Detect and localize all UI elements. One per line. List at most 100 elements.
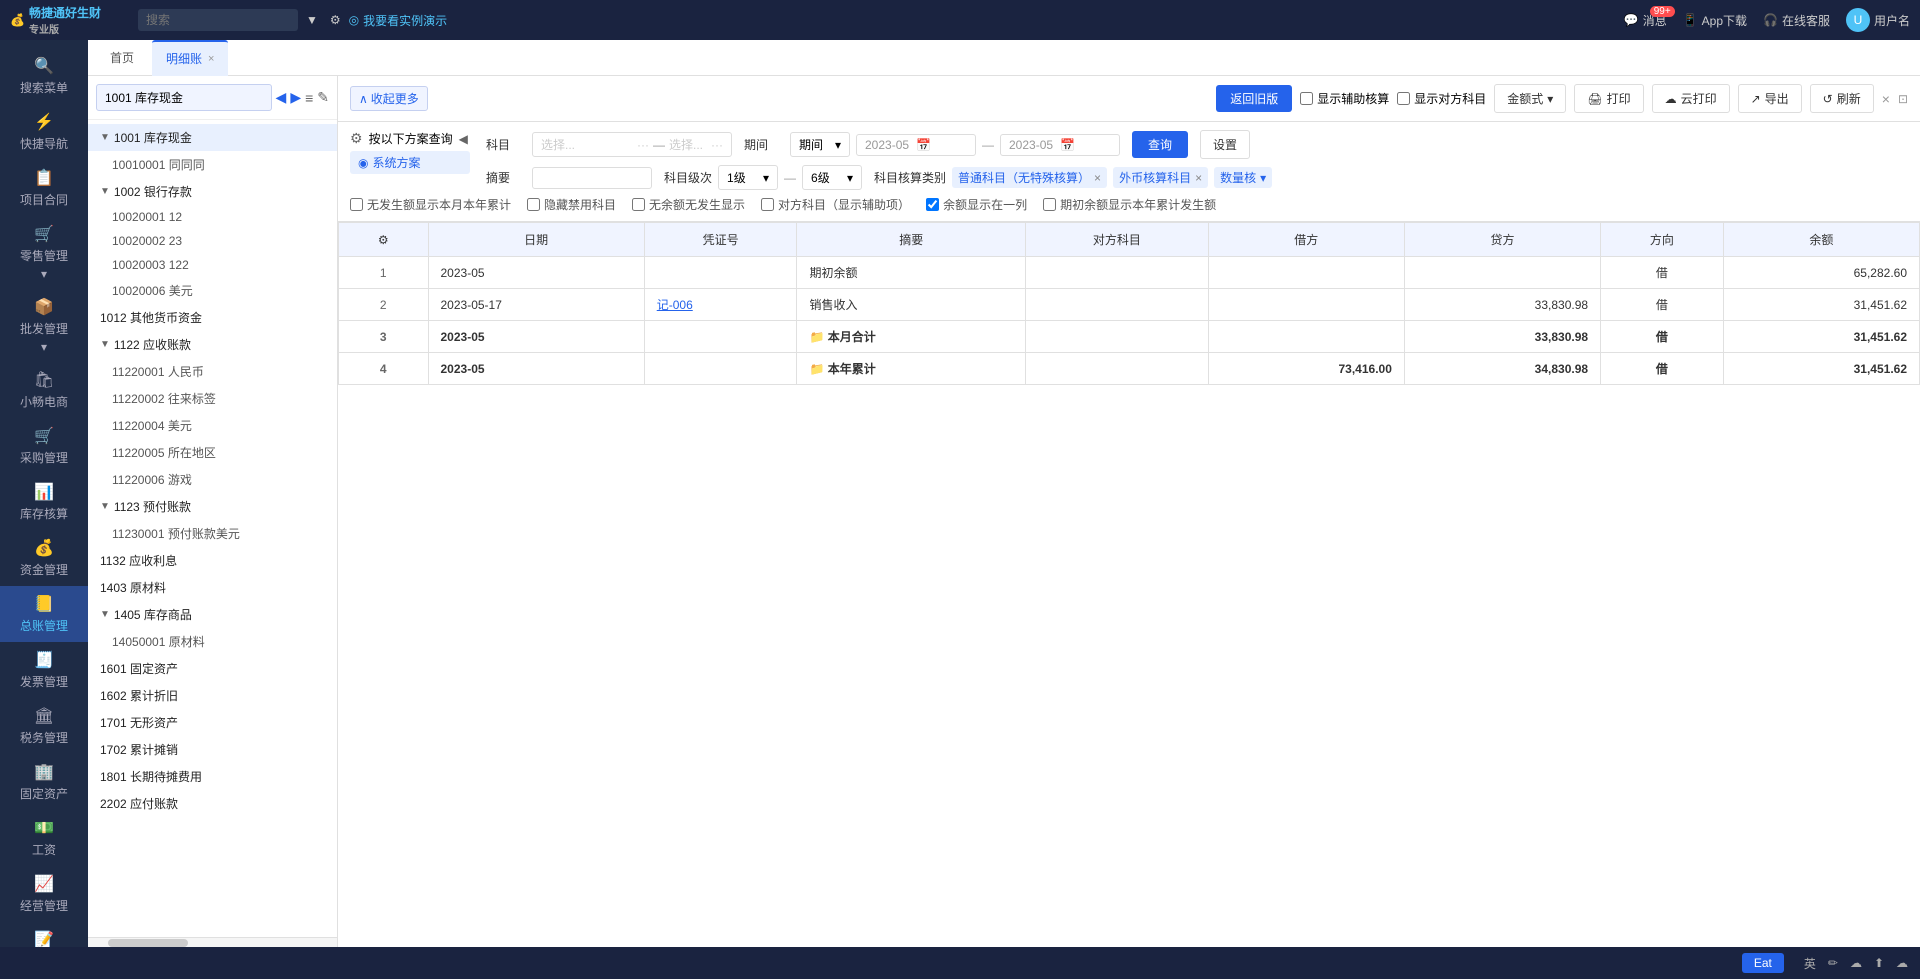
tree-item-10010001[interactable]: 10010001 同同同 [88,151,337,178]
tag-foreign-subject[interactable]: 外币核算科目 × [1113,167,1208,188]
refresh-button[interactable]: ↺ 刷新 [1810,84,1874,113]
tag-quantity-subject[interactable]: 数量核 ▾ [1214,167,1272,188]
tree-item-10020001[interactable]: 10020001 12 [88,205,337,229]
period-type-select[interactable]: 期间 ▾ [790,132,850,157]
show-aux-calc-checkbox[interactable]: 显示辅助核算 [1300,90,1389,107]
message-button[interactable]: 💬 消息 99+ [1624,12,1667,29]
summary-input[interactable] [532,167,652,189]
tab-detail[interactable]: 明细账 × [152,40,228,76]
col-settings[interactable]: ⚙ [339,223,429,257]
tree-item-1601[interactable]: 1601 固定资产 [88,655,337,682]
scheme-settings-icon[interactable]: ⚙ [350,130,363,147]
show-opposite-checkbox[interactable]: 显示对方科目 [1397,90,1486,107]
tree-item-10020002[interactable]: 10020002 23 [88,229,337,253]
nav-prev-arrow[interactable]: ◀ [276,89,287,106]
sidebar-item-ledger[interactable]: 📒 总账管理 [0,586,88,642]
check-hide-disabled[interactable]: 隐藏禁用科目 [527,196,616,213]
amount-format-button[interactable]: 金额式 ▾ [1494,84,1566,113]
eat-button[interactable]: Eat [1742,953,1784,973]
sidebar-item-retail[interactable]: 🛒 零售管理 ▾ [0,216,88,289]
tree-item-11220002[interactable]: 11220002 往来标签 [88,385,337,412]
tree-item-11220005[interactable]: 11220005 所在地区 [88,439,337,466]
sidebar-item-inventory[interactable]: 📊 库存核算 [0,474,88,530]
check-opening-balance[interactable]: 期初余额显示本年累计发生额 [1043,196,1216,213]
sidebar-item-wholesale[interactable]: 📦 批发管理 ▾ [0,289,88,362]
search-dropdown-icon[interactable]: ▼ [306,13,318,27]
collapse-more-button[interactable]: ∧ 收起更多 [350,86,428,111]
return-old-version-button[interactable]: 返回旧版 [1216,85,1292,112]
topbar-search-input[interactable] [138,9,298,31]
tree-item-1012[interactable]: 1012 其他货币资金 [88,304,337,331]
tree-item-14050001[interactable]: 14050001 原材料 [88,628,337,655]
tree-item-11230001[interactable]: 11230001 预付账款美元 [88,520,337,547]
export-button[interactable]: ↗ 导出 [1738,84,1802,113]
tag-close-icon[interactable]: × [1094,171,1101,185]
nav-next-arrow[interactable]: ▶ [290,89,301,106]
check-no-balance[interactable]: 无余额无发生显示 [632,196,745,213]
user-avatar[interactable]: U 用户名 [1846,8,1910,32]
check-balance-single-col[interactable]: 余额显示在一列 [926,196,1027,213]
tree-settings-icon[interactable]: ≡ [305,90,313,106]
level-from-select[interactable]: 1级 ▾ [718,165,778,190]
tree-item-1702[interactable]: 1702 累计摊销 [88,736,337,763]
scheme-system[interactable]: ◉ 系统方案 [350,151,470,174]
sidebar-item-quicknav[interactable]: ⚡ 快捷导航 [0,104,88,160]
account-selector[interactable]: 1001 库存现金 [96,84,272,111]
demo-link[interactable]: ◎ 我要看实例演示 [349,12,1616,29]
tree-item-10020003[interactable]: 10020003 122 [88,253,337,277]
tag-normal-subject[interactable]: 普通科目（无特殊核算） × [952,167,1107,188]
sidebar-item-ecommerce[interactable]: 🛍 小畅电商 [0,362,88,418]
sidebar-item-project[interactable]: 📋 项目合同 [0,160,88,216]
sidebar-item-finance[interactable]: 💰 资金管理 [0,530,88,586]
sidebar-item-expense[interactable]: 📝 小畅报销 [0,922,88,947]
tag-close-icon[interactable]: × [1195,171,1202,185]
tree-item-11220006[interactable]: 11220006 游戏 [88,466,337,493]
tab-close-button[interactable]: × [208,53,214,65]
tree-item-11220004[interactable]: 11220004 美元 [88,412,337,439]
tree-edit-icon[interactable]: ✎ [317,89,329,106]
cloud-print-button[interactable]: ☁ 云打印 [1652,84,1730,113]
sync-icon-button[interactable]: ☁ [1896,956,1908,970]
sidebar-item-salary[interactable]: 💵 工资 [0,810,88,866]
sidebar-item-invoice[interactable]: 🧾 发票管理 [0,642,88,698]
scheme-collapse-icon[interactable]: ◀ [459,132,468,146]
panel-expand-button[interactable]: ⊡ [1898,92,1908,106]
period-to-input[interactable]: 2023-05 📅 [1000,134,1120,156]
check-no-amount[interactable]: 无发生额显示本月本年累计 [350,196,511,213]
cloud-icon-button[interactable]: ☁ [1850,956,1862,970]
online-service-button[interactable]: 🎧 在线客服 [1763,12,1830,29]
upload-icon-button[interactable]: ⬆ [1874,956,1884,970]
tree-item-1701[interactable]: 1701 无形资产 [88,709,337,736]
tree-item-1001[interactable]: ▼ 1001 库存现金 [88,124,337,151]
tree-item-11220001[interactable]: 11220001 人民币 [88,358,337,385]
app-download-button[interactable]: 📱 App下载 [1683,12,1747,29]
sidebar-item-tax[interactable]: 🏛 税务管理 [0,698,88,754]
panel-close-button[interactable]: × [1882,91,1890,107]
tree-item-1122[interactable]: ▼ 1122 应收账款 [88,331,337,358]
tree-item-1801[interactable]: 1801 长期待摊费用 [88,763,337,790]
tree-item-1405[interactable]: ▼ 1405 库存商品 [88,601,337,628]
edit-icon-button[interactable]: ✏ [1828,956,1838,970]
lang-switch-button[interactable]: 英 [1804,955,1816,972]
left-panel-scrollbar[interactable] [88,937,337,947]
tree-item-10020006[interactable]: 10020006 美元 [88,277,337,304]
check-opposite-subject[interactable]: 对方科目（显示辅助项） [761,196,910,213]
query-button[interactable]: 查询 [1132,131,1188,158]
row-voucher[interactable]: 记-006 [644,289,797,321]
settings-icon[interactable]: ⚙ [330,13,341,27]
settings-button[interactable]: 设置 [1200,130,1250,159]
period-from-input[interactable]: 2023-05 📅 [856,134,976,156]
sidebar-item-purchase[interactable]: 🛒 采购管理 [0,418,88,474]
tree-item-1123[interactable]: ▼ 1123 预付账款 [88,493,337,520]
tree-item-2202[interactable]: 2202 应付账款 [88,790,337,817]
tree-item-1602[interactable]: 1602 累计折旧 [88,682,337,709]
tree-item-1403[interactable]: 1403 原材料 [88,574,337,601]
print-button[interactable]: 🖨 打印 [1574,84,1643,113]
tab-home[interactable]: 首页 [96,40,148,76]
tree-item-1132[interactable]: 1132 应收利息 [88,547,337,574]
level-to-select[interactable]: 6级 ▾ [802,165,862,190]
sidebar-item-search[interactable]: 🔍 搜索菜单 [0,48,88,104]
subject-input[interactable]: 选择... ··· — 选择... ··· [532,132,732,157]
sidebar-item-assets[interactable]: 🏢 固定资产 [0,754,88,810]
sidebar-item-operations[interactable]: 📈 经营管理 [0,866,88,922]
